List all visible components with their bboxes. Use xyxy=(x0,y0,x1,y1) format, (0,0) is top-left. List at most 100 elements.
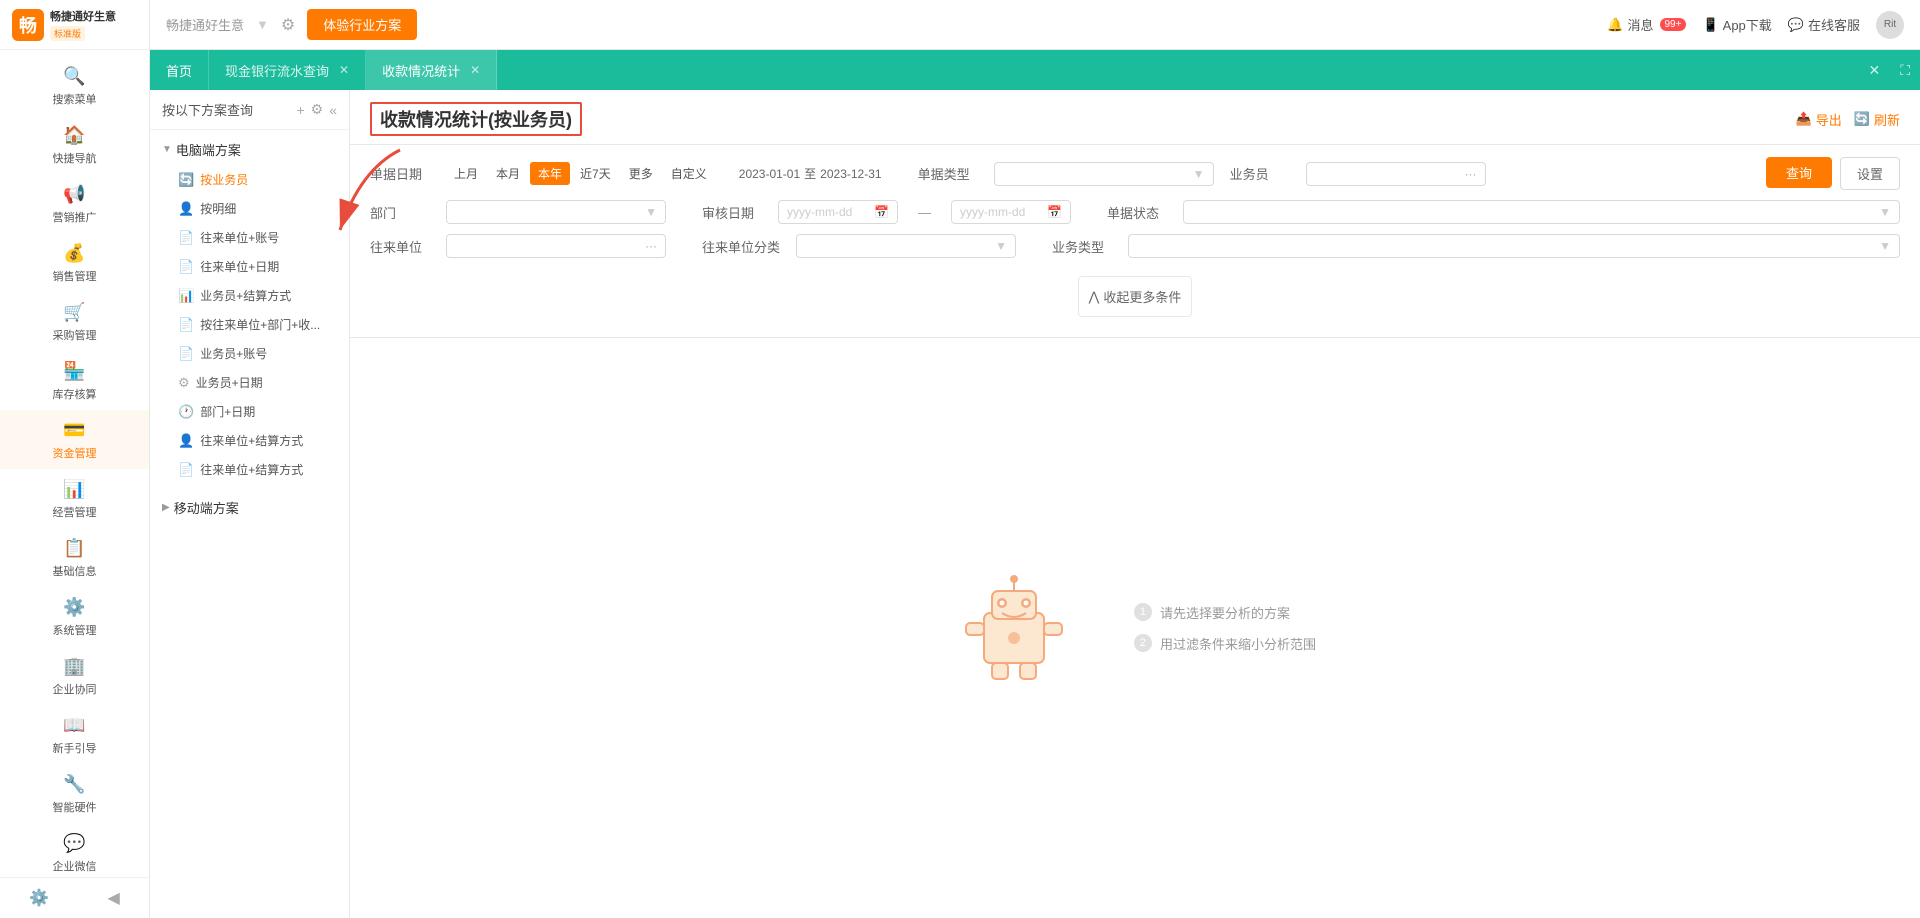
sidebar-item-purchase[interactable]: 🛒 采购管理 xyxy=(0,292,149,351)
sidebar-item-enterprise[interactable]: 🏢 企业协同 xyxy=(0,646,149,705)
dept-arrow-icon: ▼ xyxy=(645,205,657,219)
enterprise-icon: 🏢 xyxy=(63,656,85,677)
biz-type-arrow-icon: ▼ xyxy=(1879,239,1891,253)
scheme-item-salesman-date[interactable]: ⚙ 业务员+日期 xyxy=(150,368,349,397)
topbar-left: 畅捷通好生意 ▼ ⚙ 体验行业方案 xyxy=(166,9,417,40)
biz-type-label: 业务类型 xyxy=(1052,237,1112,256)
bell-icon: 🔔 xyxy=(1607,17,1623,33)
doc-type-arrow-icon: ▼ xyxy=(1193,167,1205,181)
tabbar-window-maximize[interactable]: ⛶ xyxy=(1890,50,1920,90)
export-icon: 📤 xyxy=(1796,111,1812,127)
doc-type-select[interactable]: ▼ xyxy=(994,162,1214,186)
sidebar-item-smart[interactable]: 🔧 智能硬件 xyxy=(0,764,149,823)
sidebar-item-inventory[interactable]: 🏪 库存核算 xyxy=(0,351,149,410)
date-tab-last-month[interactable]: 上月 xyxy=(446,162,486,185)
scheme-group-mobile: ▶ 移动端方案 xyxy=(150,488,349,527)
scheme-item-salesman-account[interactable]: 📄 业务员+账号 xyxy=(150,339,349,368)
tab-receipt-close-icon[interactable]: ✕ xyxy=(470,63,480,77)
unit-dots-icon: ··· xyxy=(645,239,657,253)
smart-icon: 🔧 xyxy=(63,774,85,795)
review-date-start-input[interactable]: yyyy-mm-dd 📅 xyxy=(778,200,898,224)
avatar[interactable]: Rit xyxy=(1876,11,1904,39)
review-date-end-input[interactable]: yyyy-mm-dd 📅 xyxy=(951,200,1071,224)
salesman-select[interactable]: ··· xyxy=(1306,162,1486,186)
scheme-collapse-icon[interactable]: « xyxy=(329,102,337,118)
scheme-item-unit-settle2[interactable]: 📄 往来单位+结算方式 xyxy=(150,455,349,484)
scheme-item-salesman-settle[interactable]: 📊 业务员+结算方式 xyxy=(150,281,349,310)
sidebar: 畅 畅捷通好生意 标准版 🔍 搜索菜单 🏠 快捷导航 📢 营销推广 💰 销售管理… xyxy=(0,0,150,918)
tip-1-text: 请先选择要分析的方案 xyxy=(1160,603,1290,622)
sidebar-item-operations[interactable]: 📊 经营管理 xyxy=(0,469,149,528)
sales-icon: 💰 xyxy=(63,243,85,264)
notifications-link[interactable]: 🔔 消息 99+ xyxy=(1607,15,1686,34)
date-tab-custom[interactable]: 自定义 xyxy=(663,162,715,185)
doc-status-select[interactable]: ▼ xyxy=(1183,200,1900,224)
detail-icon: 👤 xyxy=(178,201,194,217)
tab-receipt[interactable]: 收款情况统计 ✕ xyxy=(366,50,497,90)
scheme-item-by-detail[interactable]: 👤 按明细 xyxy=(150,194,349,223)
date-tab-more[interactable]: 更多 xyxy=(621,162,661,185)
date-tab-7days[interactable]: 近7天 xyxy=(572,162,619,185)
scheme-item-dept-date[interactable]: 🕐 部门+日期 xyxy=(150,397,349,426)
salesman-dots-icon: ··· xyxy=(1465,167,1477,181)
scheme-panel-title: 按以下方案查询 xyxy=(162,100,253,119)
scheme-item-unit-dept-recv[interactable]: 📄 按往来单位+部门+收... xyxy=(150,310,349,339)
sidebar-item-quicknav[interactable]: 🏠 快捷导航 xyxy=(0,115,149,174)
query-button[interactable]: 查询 xyxy=(1766,157,1832,188)
sidebar-item-wechat[interactable]: 💬 企业微信 xyxy=(0,823,149,877)
scheme-item-unit-settle1[interactable]: 👤 往来单位+结算方式 xyxy=(150,426,349,455)
wechat-icon: 💬 xyxy=(63,833,85,854)
tip-1-number: 1 xyxy=(1134,603,1152,621)
tab-bank[interactable]: 现金银行流水查询 ✕ xyxy=(209,50,366,90)
chevron-down-icon: ▼ xyxy=(162,144,172,155)
sidebar-item-system[interactable]: ⚙️ 系统管理 xyxy=(0,587,149,646)
refresh-button[interactable]: 🔄 刷新 xyxy=(1854,110,1900,129)
sidebar-item-guide[interactable]: 📖 新手引导 xyxy=(0,705,149,764)
refresh-icon: 🔄 xyxy=(1854,111,1870,127)
topbar-gear-icon[interactable]: ⚙ xyxy=(281,15,295,35)
export-button[interactable]: 📤 导出 xyxy=(1796,110,1842,129)
scheme-add-icon[interactable]: + xyxy=(296,102,304,118)
app-download-link[interactable]: 📱 App下载 xyxy=(1702,15,1771,34)
main-content: 畅捷通好生意 ▼ ⚙ 体验行业方案 🔔 消息 99+ 📱 App下载 💬 在线客… xyxy=(150,0,1920,918)
logo-text: 畅捷通好生意 标准版 xyxy=(50,8,116,41)
unit-select[interactable]: ··· xyxy=(446,234,666,258)
window-close-icon[interactable]: ✕ xyxy=(1868,62,1880,79)
date-tab-this-year[interactable]: 本年 xyxy=(530,162,570,185)
marketing-icon: 📢 xyxy=(63,184,85,205)
sidebar-item-basic[interactable]: 📋 基础信息 xyxy=(0,528,149,587)
scheme-item-unit-account[interactable]: 📄 往来单位+账号 xyxy=(150,223,349,252)
filter-row-1: 单据日期 上月 本月 本年 近7天 更多 自定义 2023-01-01 至 20… xyxy=(370,157,1900,190)
footer-collapse-icon[interactable]: ◀ xyxy=(107,888,119,908)
sidebar-item-marketing[interactable]: 📢 营销推广 xyxy=(0,174,149,233)
scheme-group-desktop-title[interactable]: ▼ 电脑端方案 xyxy=(150,134,349,165)
solution-button[interactable]: 体验行业方案 xyxy=(307,9,417,40)
tabbar-window-close[interactable]: ✕ xyxy=(1858,50,1890,90)
sidebar-item-finance[interactable]: 💳 资金管理 xyxy=(0,410,149,469)
collapse-filters-button[interactable]: ⋀ 收起更多条件 xyxy=(1078,276,1193,317)
window-maximize-icon[interactable]: ⛶ xyxy=(1900,62,1910,79)
basic-icon: 📋 xyxy=(63,538,85,559)
settings-button[interactable]: 设置 xyxy=(1840,157,1900,190)
logo-area: 畅 畅捷通好生意 标准版 xyxy=(0,0,149,50)
scheme-item-unit-date[interactable]: 📄 往来单位+日期 xyxy=(150,252,349,281)
sidebar-item-search[interactable]: 🔍 搜索菜单 xyxy=(0,56,149,115)
dept-select[interactable]: ▼ xyxy=(446,200,666,224)
unit-category-select[interactable]: ▼ xyxy=(796,234,1016,258)
scheme-panel-actions: + ⚙ « xyxy=(296,101,337,118)
scheme-settings-icon[interactable]: ⚙ xyxy=(311,101,324,118)
salesman-date-icon: ⚙ xyxy=(178,375,190,391)
salesman-label: 业务员 xyxy=(1230,164,1290,183)
date-tab-this-month[interactable]: 本月 xyxy=(488,162,528,185)
biz-type-select[interactable]: ▼ xyxy=(1128,234,1900,258)
sidebar-item-sales[interactable]: 💰 销售管理 xyxy=(0,233,149,292)
tab-bank-close-icon[interactable]: ✕ xyxy=(339,63,349,77)
scheme-panel: 按以下方案查询 + ⚙ « ▼ 电脑端方案 🔄 按业务员 👤 xyxy=(150,90,350,918)
scheme-item-by-salesman[interactable]: 🔄 按业务员 xyxy=(150,165,349,194)
scheme-group-mobile-title[interactable]: ▶ 移动端方案 xyxy=(150,492,349,523)
footer-settings-icon[interactable]: ⚙️ xyxy=(29,888,49,908)
tab-home[interactable]: 首页 xyxy=(150,50,209,90)
online-service-link[interactable]: 💬 在线客服 xyxy=(1788,15,1860,34)
content-area: 收款情况统计(按业务员) 📤 导出 🔄 刷新 单据日期 xyxy=(350,90,1920,918)
operations-icon: 📊 xyxy=(63,479,85,500)
